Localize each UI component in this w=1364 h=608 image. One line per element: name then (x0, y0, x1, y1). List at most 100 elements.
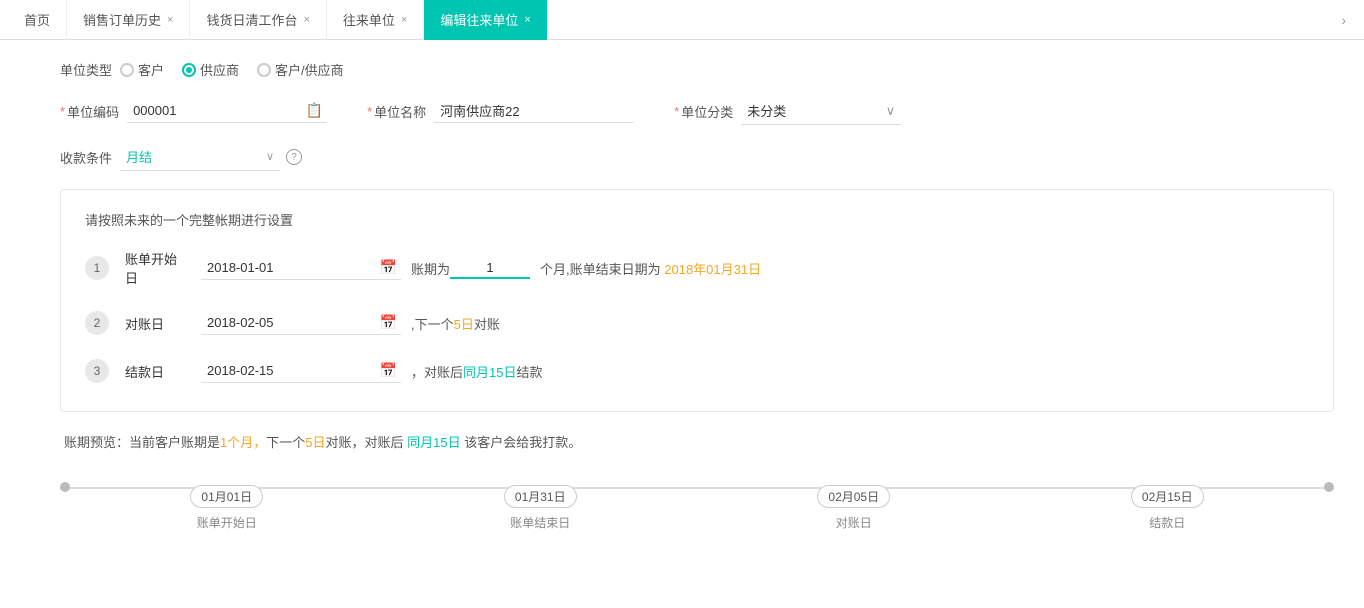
timeline-label-1: 账单结束日 (510, 514, 570, 531)
timeline-label-0: 账单开始日 (197, 514, 257, 531)
reconcile-calendar-icon[interactable]: 📅 (376, 312, 401, 333)
radio-supplier-dot (186, 67, 192, 73)
tab-sales-order-history[interactable]: 销售订单历史 × (67, 0, 190, 40)
unit-type-row: 单位类型 客户 供应商 客户/供应商 (60, 60, 1334, 79)
radio-customer-supplier[interactable]: 客户/供应商 (257, 60, 344, 79)
tab-sales-order-history-close[interactable]: × (167, 14, 173, 26)
radio-supplier-label: 供应商 (200, 60, 239, 79)
payment-terms-select[interactable]: 月结 ∨ (120, 143, 280, 171)
timeline-badge-3: 02月15日 (1131, 485, 1204, 508)
unit-name-required: * (367, 104, 372, 119)
tab-partner-units[interactable]: 往来单位 × (327, 0, 424, 40)
unit-info-row: * 单位编码 📋 * 单位名称 * 单位分类 未分类 ∨ (60, 97, 1334, 125)
unit-type-radio-group: 客户 供应商 客户/供应商 (120, 60, 344, 79)
preview-highlight1: 1个月， (220, 435, 266, 450)
tab-edit-partner-label: 编辑往来单位 (440, 10, 518, 29)
unit-category-select[interactable]: 未分类 ∨ (741, 97, 901, 125)
timeline-start-endpoint (60, 482, 70, 492)
preview-highlight2: 5日 (305, 435, 325, 450)
tab-partner-units-close[interactable]: × (401, 14, 407, 26)
timeline-item-1: 01月31日 账单结束日 (384, 485, 698, 531)
radio-customer-label: 客户 (138, 60, 164, 79)
unit-code-calendar-icon[interactable]: 📋 (302, 100, 327, 121)
payment-terms-help-icon[interactable]: ? (286, 149, 302, 165)
payment-terms-row: 收款条件 月结 ∨ ? (60, 143, 1334, 171)
timeline-item-2: 02月05日 对账日 (697, 485, 1011, 531)
payment-terms-label: 收款条件 (60, 148, 112, 167)
section-title: 请按照未来的一个完整帐期进行设置 (85, 210, 1309, 229)
reconcile-date-input-wrapper: 📅 (201, 311, 401, 335)
preview-text: 账期预览：当前客户账期是1个月，下一个5日对账，对账后 同月15日 该客户会给我… (60, 432, 1334, 451)
billing-start-label: 账单开始日 (125, 249, 185, 287)
tab-sales-order-history-label: 销售订单历史 (83, 10, 161, 29)
timeline-badge-0: 01月01日 (190, 485, 263, 508)
radio-customer[interactable]: 客户 (120, 60, 164, 79)
timeline-wrapper: 01月01日 账单开始日 01月31日 账单结束日 02月05日 对账日 02月… (60, 475, 1334, 531)
payment-row: 3 结款日 📅 ，对账后同月15日结款 (85, 359, 1309, 383)
unit-code-required: * (60, 104, 65, 119)
radio-supplier-circle (182, 63, 196, 77)
tabs-bar: 首页 销售订单历史 × 钱货日清工作台 × 往来单位 × 编辑往来单位 × › (0, 0, 1364, 40)
tab-edit-partner-close[interactable]: × (524, 14, 530, 26)
timeline-label-2: 对账日 (836, 514, 872, 531)
preview-section: 账期预览：当前客户账期是1个月，下一个5日对账，对账后 同月15日 该客户会给我… (60, 432, 1334, 531)
unit-category-value: 未分类 (747, 101, 885, 120)
payment-terms-chevron-icon: ∨ (266, 150, 274, 163)
unit-category-label: 单位分类 (681, 102, 733, 121)
preview-between2: 对账，对账后 (326, 435, 404, 450)
unit-type-label: 单位类型 (60, 60, 112, 79)
months-unit-text: 个月,账单结束日期为 (540, 262, 661, 277)
timeline-end-endpoint (1324, 482, 1334, 492)
tabs-scroll-arrow[interactable]: › (1331, 12, 1356, 28)
reconcile-desc: ,下一个5日对账 (411, 314, 500, 333)
payment-terms-value: 月结 (126, 147, 262, 166)
preview-between1: 下一个 (266, 435, 305, 450)
tab-cash-work[interactable]: 钱货日清工作台 × (190, 0, 326, 40)
payment-label: 结款日 (125, 362, 185, 381)
tab-home-label: 首页 (24, 10, 50, 29)
unit-code-input-wrapper: 📋 (127, 99, 327, 123)
row-num-3: 3 (85, 359, 109, 383)
unit-code-input[interactable] (127, 99, 302, 122)
page-content: 单位类型 客户 供应商 客户/供应商 * 单位编码 (0, 40, 1364, 608)
billing-end-date-highlight: 2018年01月31日 (664, 262, 761, 277)
radio-customer-circle (120, 63, 134, 77)
unit-code-group: * 单位编码 📋 (60, 99, 327, 123)
billing-months-input[interactable] (450, 258, 530, 279)
reconcile-date-input[interactable] (201, 311, 376, 334)
reconcile-row: 2 对账日 📅 ,下一个5日对账 (85, 311, 1309, 335)
tab-edit-partner[interactable]: 编辑往来单位 × (424, 0, 547, 40)
unit-name-label: 单位名称 (374, 102, 426, 121)
billing-start-calendar-icon[interactable]: 📅 (376, 257, 401, 278)
billing-start-date-input-wrapper: 📅 (201, 256, 401, 280)
tab-cash-work-close[interactable]: × (303, 14, 309, 26)
radio-customer-supplier-circle (257, 63, 271, 77)
row-num-1: 1 (85, 256, 109, 280)
payment-calendar-icon[interactable]: 📅 (376, 360, 401, 381)
unit-name-input[interactable] (434, 99, 634, 123)
unit-code-label: 单位编码 (67, 102, 119, 121)
preview-highlight3: 同月15日 (407, 435, 460, 450)
radio-customer-supplier-label: 客户/供应商 (275, 60, 344, 79)
payment-date-input[interactable] (201, 359, 376, 382)
timeline-item-0: 01月01日 账单开始日 (70, 485, 384, 531)
payment-desc: ，对账后同月15日结款 (411, 362, 543, 381)
billing-start-date-input[interactable] (201, 256, 376, 279)
tab-partner-units-label: 往来单位 (343, 10, 395, 29)
radio-supplier[interactable]: 供应商 (182, 60, 239, 79)
unit-category-required: * (674, 104, 679, 119)
reconcile-label: 对账日 (125, 314, 185, 333)
tab-cash-work-label: 钱货日清工作台 (206, 10, 297, 29)
unit-category-chevron-icon: ∨ (886, 103, 896, 119)
tab-home[interactable]: 首页 (8, 0, 67, 40)
unit-category-group: * 单位分类 未分类 ∨ (674, 97, 901, 125)
timeline-badge-1: 01月31日 (504, 485, 577, 508)
billing-period-label: 账期为 (411, 259, 450, 278)
timeline-item-3: 02月15日 结款日 (1011, 485, 1325, 531)
preview-prefix: 账期预览：当前客户账期是 (64, 435, 220, 450)
timeline-label-3: 结款日 (1149, 514, 1185, 531)
billing-start-row: 1 账单开始日 📅 账期为 个月,账单结束日期为 2018年01月31日 (85, 249, 1309, 287)
billing-end-date-desc: 个月,账单结束日期为 2018年01月31日 (540, 259, 761, 278)
preview-suffix: 该客户会给我打款。 (464, 435, 581, 450)
row-num-2: 2 (85, 311, 109, 335)
